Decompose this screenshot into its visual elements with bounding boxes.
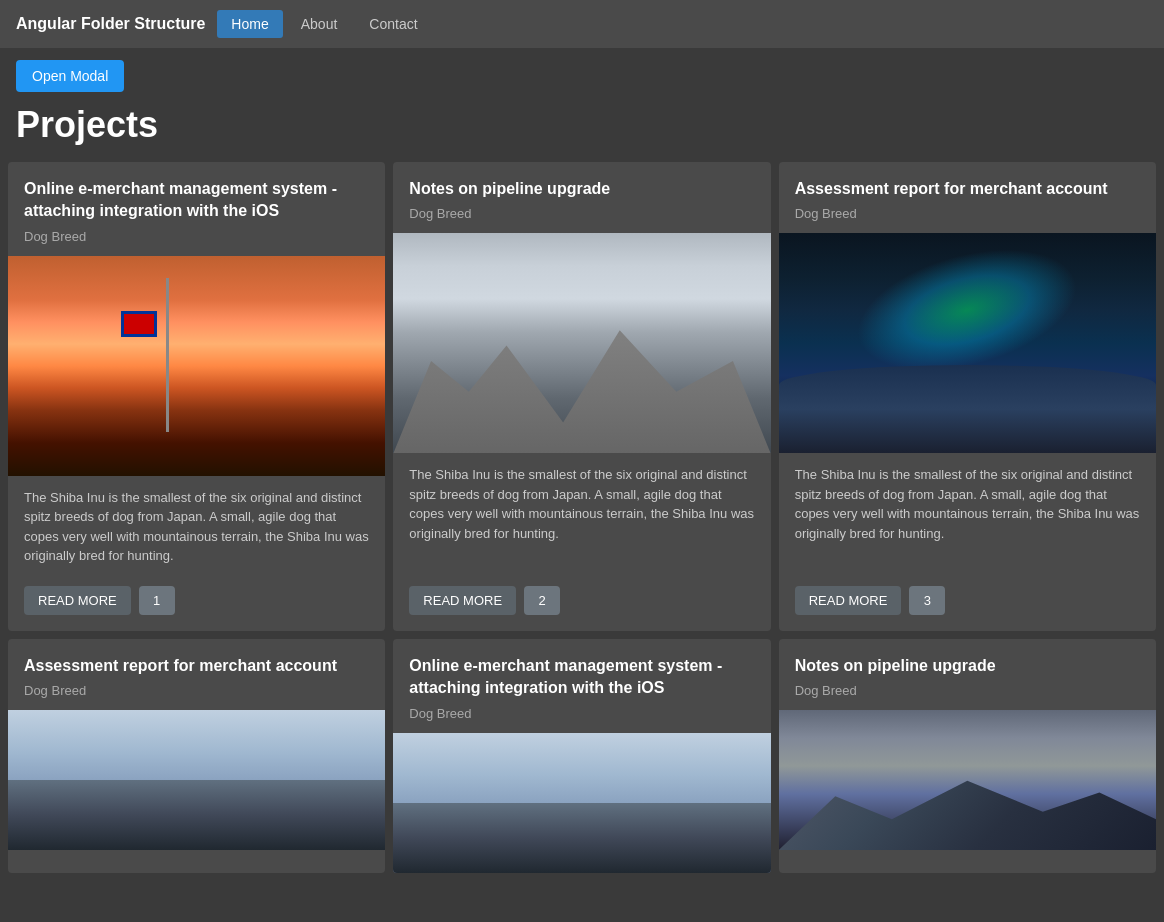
project-card-5: Online e-merchant management system - at… [393, 639, 770, 873]
card-1-header: Online e-merchant management system - at… [8, 162, 385, 256]
card-3-footer: READ MORE 3 [779, 578, 1156, 631]
card-6-subtitle: Dog Breed [795, 683, 1140, 698]
navbar-brand: Angular Folder Structure [16, 15, 205, 33]
card-2-footer: READ MORE 2 [393, 578, 770, 631]
card-5-header: Online e-merchant management system - at… [393, 639, 770, 733]
project-card-3: Assessment report for merchant account D… [779, 162, 1156, 631]
card-3-title: Assessment report for merchant account [795, 178, 1140, 200]
card-3-header: Assessment report for merchant account D… [779, 162, 1156, 233]
card-2-title: Notes on pipeline upgrade [409, 178, 754, 200]
card-1-number[interactable]: 1 [139, 586, 175, 615]
card-3-subtitle: Dog Breed [795, 206, 1140, 221]
card-1-subtitle: Dog Breed [24, 229, 369, 244]
card-2-header: Notes on pipeline upgrade Dog Breed [393, 162, 770, 233]
card-4-subtitle: Dog Breed [24, 683, 369, 698]
card-1-footer: READ MORE 1 [8, 578, 385, 631]
card-2-body: The Shiba Inu is the smallest of the six… [393, 453, 770, 577]
card-3-number[interactable]: 3 [909, 586, 945, 615]
open-modal-button[interactable]: Open Modal [16, 60, 124, 92]
project-card-4: Assessment report for merchant account D… [8, 639, 385, 873]
card-1-read-more[interactable]: READ MORE [24, 586, 131, 615]
card-4-header: Assessment report for merchant account D… [8, 639, 385, 710]
card-1-body: The Shiba Inu is the smallest of the six… [8, 476, 385, 578]
card-6-header: Notes on pipeline upgrade Dog Breed [779, 639, 1156, 710]
card-5-image [393, 733, 770, 873]
nav-contact[interactable]: Contact [355, 10, 431, 38]
card-4-title: Assessment report for merchant account [24, 655, 369, 677]
card-6-image [779, 710, 1156, 850]
card-5-subtitle: Dog Breed [409, 706, 754, 721]
navbar: Angular Folder Structure Home About Cont… [0, 0, 1164, 48]
page-title: Projects [16, 104, 1148, 146]
card-4-image [8, 710, 385, 850]
card-3-image [779, 233, 1156, 453]
project-card-2: Notes on pipeline upgrade Dog Breed The … [393, 162, 770, 631]
card-2-number[interactable]: 2 [524, 586, 560, 615]
card-3-read-more[interactable]: READ MORE [795, 586, 902, 615]
nav-about[interactable]: About [287, 10, 352, 38]
card-1-title: Online e-merchant management system - at… [24, 178, 369, 223]
projects-grid: Online e-merchant management system - at… [0, 162, 1164, 881]
card-1-image [8, 256, 385, 476]
card-2-read-more[interactable]: READ MORE [409, 586, 516, 615]
project-card-1: Online e-merchant management system - at… [8, 162, 385, 631]
card-2-image [393, 233, 770, 453]
card-6-title: Notes on pipeline upgrade [795, 655, 1140, 677]
nav-home[interactable]: Home [217, 10, 282, 38]
card-3-body: The Shiba Inu is the smallest of the six… [779, 453, 1156, 577]
card-5-title: Online e-merchant management system - at… [409, 655, 754, 700]
project-card-6: Notes on pipeline upgrade Dog Breed [779, 639, 1156, 873]
card-2-subtitle: Dog Breed [409, 206, 754, 221]
